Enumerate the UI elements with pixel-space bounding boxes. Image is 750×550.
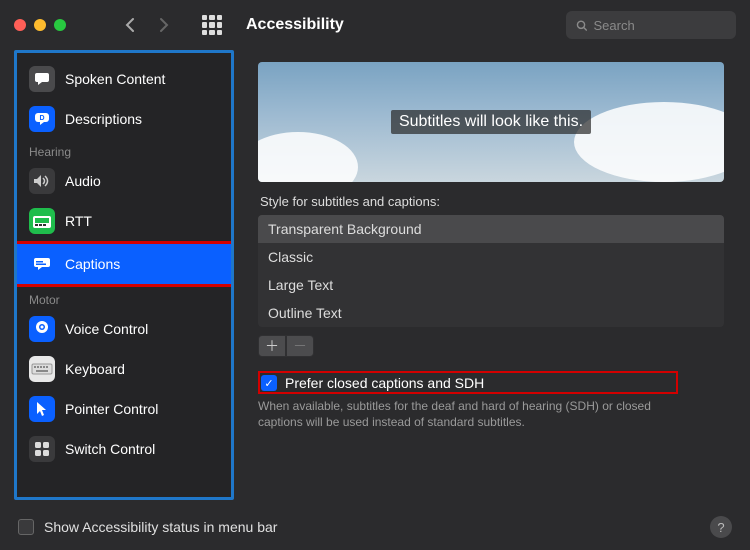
search-field[interactable] bbox=[566, 11, 736, 39]
sidebar-category-motor: Motor bbox=[17, 287, 231, 309]
captions-icon bbox=[29, 251, 55, 277]
speech-bubble-icon bbox=[29, 66, 55, 92]
subtitle-sample-text: Subtitles will look like this. bbox=[391, 110, 591, 134]
descriptions-icon: D bbox=[29, 106, 55, 132]
forward-button[interactable] bbox=[150, 11, 178, 39]
help-button[interactable]: ? bbox=[710, 516, 732, 538]
sidebar-item-label: Captions bbox=[65, 256, 120, 272]
show-status-checkbox[interactable] bbox=[18, 519, 34, 535]
sidebar-item-switch-control[interactable]: Switch Control bbox=[17, 429, 231, 469]
sidebar-item-voice-control[interactable]: Voice Control bbox=[17, 309, 231, 349]
prefer-cc-checkbox[interactable]: ✓ bbox=[261, 375, 277, 391]
sidebar-item-label: Keyboard bbox=[65, 361, 125, 377]
search-input[interactable] bbox=[593, 18, 726, 33]
style-row-outline-text[interactable]: Outline Text bbox=[258, 299, 724, 327]
nav-arrows bbox=[116, 11, 178, 39]
microphone-icon bbox=[29, 316, 55, 342]
sidebar-item-keyboard[interactable]: Keyboard bbox=[17, 349, 231, 389]
speaker-icon bbox=[29, 168, 55, 194]
sidebar: Spoken Content D Descriptions Hearing Au… bbox=[14, 50, 234, 500]
sidebar-item-label: Spoken Content bbox=[65, 71, 165, 87]
style-row-large-text[interactable]: Large Text bbox=[258, 271, 724, 299]
show-all-prefs-button[interactable] bbox=[202, 15, 222, 35]
back-button[interactable] bbox=[116, 11, 144, 39]
sidebar-item-label: Audio bbox=[65, 173, 101, 189]
prefer-cc-description: When available, subtitles for the deaf a… bbox=[258, 398, 678, 430]
titlebar: Accessibility bbox=[0, 0, 750, 50]
show-status-label: Show Accessibility status in menu bar bbox=[44, 519, 277, 535]
content-area: Spoken Content D Descriptions Hearing Au… bbox=[0, 50, 750, 500]
sidebar-item-label: Switch Control bbox=[65, 441, 155, 457]
sidebar-item-pointer-control[interactable]: Pointer Control bbox=[17, 389, 231, 429]
style-row-transparent[interactable]: Transparent Background bbox=[258, 215, 724, 243]
window-controls bbox=[14, 19, 66, 31]
sidebar-item-captions[interactable]: Captions bbox=[14, 241, 234, 287]
zoom-window-button[interactable] bbox=[54, 19, 66, 31]
sidebar-item-spoken-content[interactable]: Spoken Content bbox=[17, 59, 231, 99]
svg-text:D: D bbox=[39, 115, 44, 122]
style-row-classic[interactable]: Classic bbox=[258, 243, 724, 271]
add-style-button[interactable]: ＋ bbox=[258, 335, 286, 357]
sidebar-item-label: Pointer Control bbox=[65, 401, 158, 417]
footer: Show Accessibility status in menu bar ? bbox=[0, 504, 750, 550]
style-add-remove-buttons: ＋ － bbox=[258, 335, 724, 357]
style-list: Transparent Background Classic Large Tex… bbox=[258, 215, 724, 327]
window-title: Accessibility bbox=[246, 16, 344, 34]
minimize-window-button[interactable] bbox=[34, 19, 46, 31]
search-icon bbox=[576, 19, 587, 32]
sidebar-item-label: RTT bbox=[65, 213, 92, 229]
cursor-icon bbox=[29, 396, 55, 422]
sidebar-item-label: Descriptions bbox=[65, 111, 142, 127]
keyboard-icon bbox=[29, 356, 55, 382]
prefer-cc-row: ✓ Prefer closed captions and SDH When av… bbox=[258, 371, 724, 430]
close-window-button[interactable] bbox=[14, 19, 26, 31]
sidebar-category-hearing: Hearing bbox=[17, 139, 231, 161]
subtitle-preview: Subtitles will look like this. bbox=[258, 62, 724, 182]
prefer-cc-label: Prefer closed captions and SDH bbox=[285, 375, 484, 391]
sidebar-item-audio[interactable]: Audio bbox=[17, 161, 231, 201]
sidebar-item-label: Voice Control bbox=[65, 321, 148, 337]
main-panel: Subtitles will look like this. Style for… bbox=[234, 50, 736, 500]
rtt-icon bbox=[29, 208, 55, 234]
switch-grid-icon bbox=[29, 436, 55, 462]
sidebar-item-descriptions[interactable]: D Descriptions bbox=[17, 99, 231, 139]
remove-style-button[interactable]: － bbox=[286, 335, 314, 357]
sidebar-item-rtt[interactable]: RTT bbox=[17, 201, 231, 241]
style-section-label: Style for subtitles and captions: bbox=[260, 194, 724, 209]
